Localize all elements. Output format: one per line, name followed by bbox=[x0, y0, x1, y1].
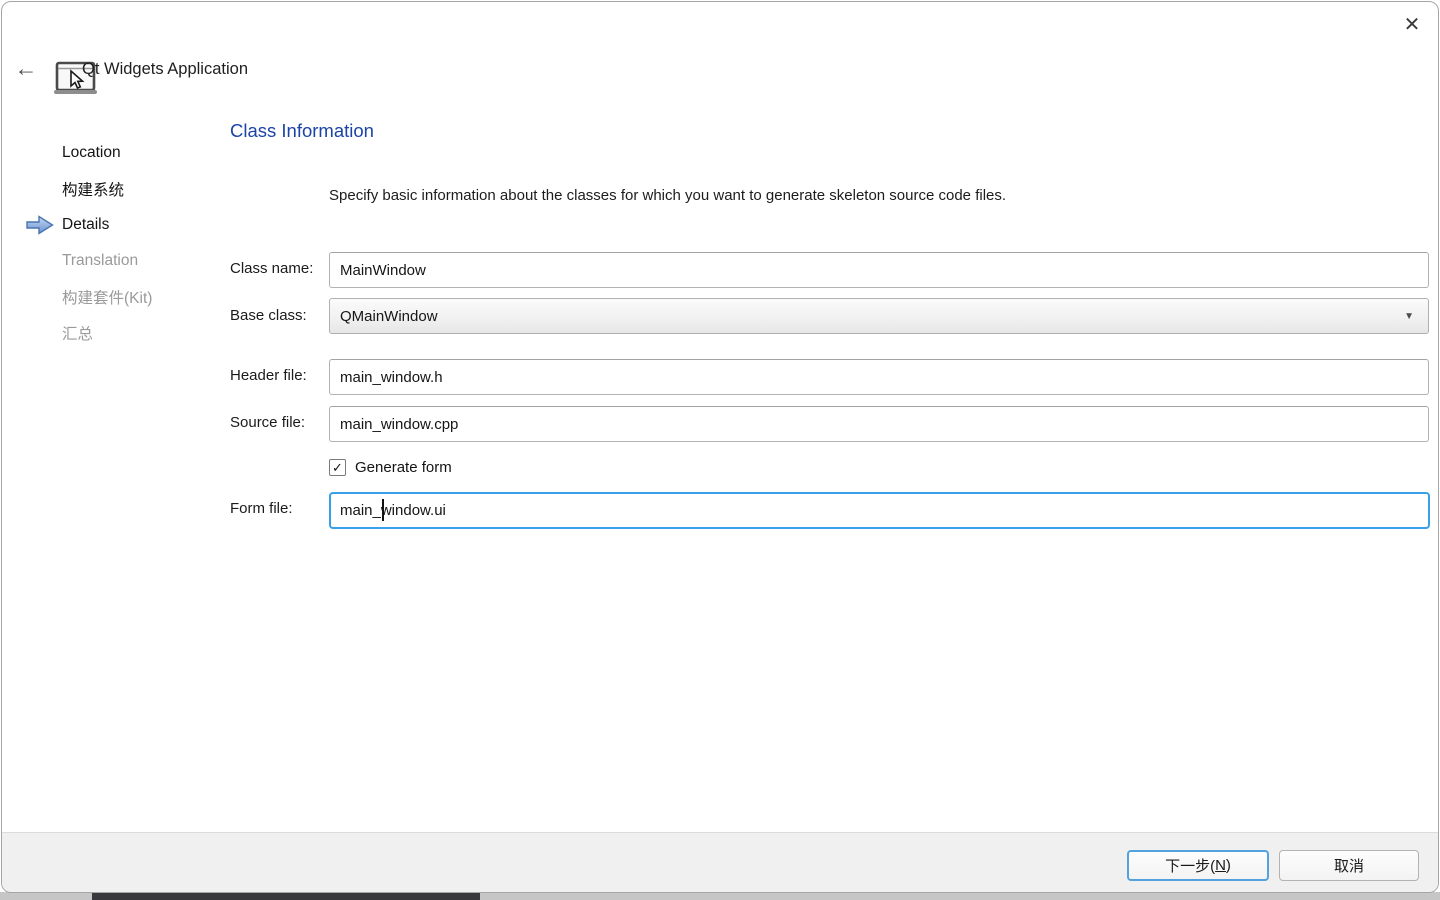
class-name-label: Class name: bbox=[230, 260, 314, 277]
page-description: Specify basic information about the clas… bbox=[329, 187, 1007, 204]
chevron-down-icon: ▼ bbox=[1404, 311, 1414, 322]
back-button[interactable]: ← bbox=[12, 54, 40, 82]
step-label: 汇总 bbox=[62, 326, 94, 343]
header-file-input[interactable] bbox=[329, 359, 1429, 395]
sidebar-item-kit: 构建套件(Kit) bbox=[62, 279, 242, 315]
sidebar-item-location: Location bbox=[62, 135, 242, 171]
page-title: Class Information bbox=[230, 120, 374, 141]
text-caret bbox=[382, 499, 384, 521]
source-file-label: Source file: bbox=[230, 414, 306, 431]
step-label: Location bbox=[62, 144, 121, 161]
wizard-steps-sidebar: Location 构建系统 Details Translation 构建套件(K… bbox=[26, 135, 242, 351]
dialog-footer: 下一步(N) 取消 bbox=[2, 832, 1438, 892]
form-file-input[interactable] bbox=[329, 492, 1430, 529]
taskbar-fragment bbox=[92, 892, 480, 900]
back-arrow-icon: ← bbox=[14, 54, 38, 81]
cancel-button[interactable]: 取消 bbox=[1279, 850, 1419, 881]
sidebar-item-details: Details bbox=[26, 207, 242, 243]
step-label: Details bbox=[62, 216, 110, 233]
sidebar-item-translation: Translation bbox=[62, 243, 242, 279]
generate-form-label: Generate form bbox=[355, 458, 452, 476]
next-button[interactable]: 下一步(N) bbox=[1127, 850, 1269, 881]
form-file-field-wrap bbox=[329, 492, 1430, 529]
wizard-title: Qt Widgets Application bbox=[82, 60, 248, 78]
close-button[interactable]: ✕ bbox=[1398, 10, 1426, 38]
header-file-label: Header file: bbox=[230, 367, 307, 384]
base-class-label: Base class: bbox=[230, 307, 307, 324]
current-step-arrow-icon bbox=[26, 215, 54, 235]
base-class-select[interactable]: QMainWindow ▼ bbox=[329, 298, 1429, 334]
step-label: 构建系统 bbox=[62, 182, 125, 199]
next-button-label: 下一步( bbox=[1165, 858, 1216, 875]
generate-form-row: ✓ Generate form bbox=[329, 457, 452, 477]
next-button-label-suffix: ) bbox=[1225, 857, 1231, 874]
cancel-button-label: 取消 bbox=[1333, 858, 1364, 875]
close-icon: ✕ bbox=[1403, 13, 1421, 36]
generate-form-checkbox[interactable]: ✓ bbox=[329, 458, 346, 476]
source-file-input[interactable] bbox=[329, 406, 1429, 442]
base-class-value: QMainWindow bbox=[340, 307, 438, 325]
form-file-label: Form file: bbox=[230, 500, 293, 517]
step-label: Translation bbox=[62, 252, 139, 269]
sidebar-item-build-system: 构建系统 bbox=[62, 171, 242, 207]
wizard-dialog: ✕ ← Qt Widgets Application Location 构建系统 bbox=[1, 1, 1439, 893]
step-label: 构建套件(Kit) bbox=[62, 290, 153, 307]
class-name-input[interactable] bbox=[329, 252, 1429, 288]
next-button-mnemonic: N bbox=[1215, 857, 1226, 874]
sidebar-item-summary: 汇总 bbox=[62, 315, 242, 351]
checkmark-icon: ✓ bbox=[332, 459, 343, 475]
